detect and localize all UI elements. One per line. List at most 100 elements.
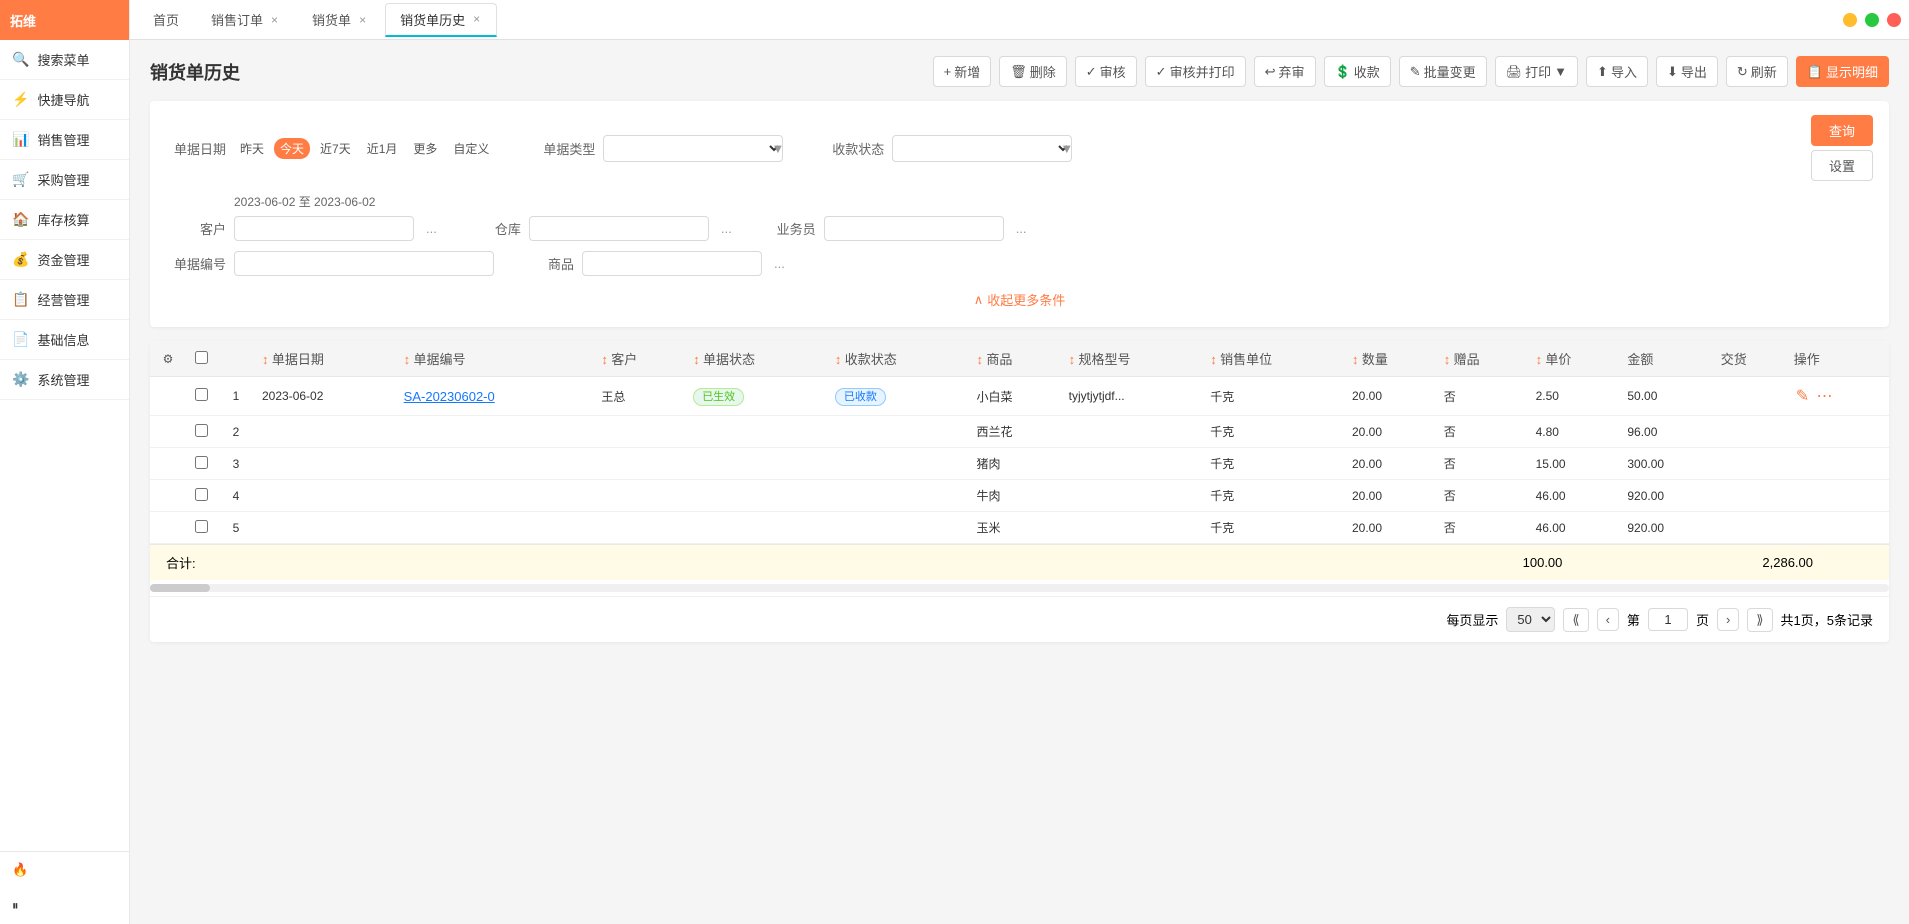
scrollbar-area[interactable] — [150, 584, 1889, 592]
col-pay-status[interactable]: ↕ 收款状态 — [829, 341, 971, 377]
new-button[interactable]: + 新增 — [933, 56, 992, 87]
quick-nav-icon: ⚡ — [12, 91, 29, 108]
salesperson-ellipsis-btn[interactable]: ... — [1012, 219, 1031, 238]
audit-print-button[interactable]: ✓ 审核并打印 — [1145, 56, 1246, 87]
col-gift[interactable]: ↕ 赠品 — [1438, 341, 1530, 377]
window-maximize-btn[interactable] — [1865, 13, 1879, 27]
date-tag-1month[interactable]: 近1月 — [361, 138, 404, 159]
col-goods[interactable]: ↕ 商品 — [971, 341, 1063, 377]
col-customer[interactable]: ↕ 客户 — [595, 341, 687, 377]
tab-sales-history[interactable]: 销货单历史 × — [385, 3, 497, 37]
import-button[interactable]: ⬆ 导入 — [1586, 56, 1648, 87]
row-checkbox-0[interactable] — [195, 388, 208, 401]
tab-sales-goods-close[interactable]: × — [357, 13, 368, 27]
collect-button[interactable]: 💲 收款 — [1324, 56, 1391, 87]
col-quantity[interactable]: ↕ 数量 — [1346, 341, 1438, 377]
col-sales-unit[interactable]: ↕ 销售单位 — [1204, 341, 1346, 377]
goods-ellipsis-btn[interactable]: ... — [770, 254, 789, 273]
next-page-btn[interactable]: › — [1717, 608, 1739, 631]
row-checkbox-4[interactable] — [195, 520, 208, 533]
sidebar-item-label-quick-nav: 快捷导航 — [37, 90, 89, 109]
sidebar-item-search-menu[interactable]: 🔍 搜索菜单 — [0, 40, 129, 80]
filter-doc-type-label: 单据类型 — [535, 139, 595, 158]
date-tag-more[interactable]: 更多 — [407, 138, 443, 159]
prev-page-btn[interactable]: ‹ — [1597, 608, 1619, 631]
filter-warehouse-input[interactable] — [529, 216, 709, 241]
sidebar-item-finance-mgmt[interactable]: 💰 资金管理 — [0, 240, 129, 280]
sidebar-item-sales-mgmt[interactable]: 📊 销售管理 — [0, 120, 129, 160]
page-number-input[interactable] — [1648, 608, 1688, 631]
sidebar-item-ops-mgmt[interactable]: 📋 经营管理 — [0, 280, 129, 320]
audit-button[interactable]: ✓ 审核 — [1075, 56, 1137, 87]
tab-sales-history-close[interactable]: × — [471, 12, 482, 26]
doc-no-link[interactable]: SA-20230602-0 — [404, 389, 495, 404]
select-all-checkbox[interactable] — [195, 351, 208, 364]
sidebar-bottom-icon2[interactable]: ⏸ — [0, 888, 129, 924]
col-docno[interactable]: ↕ 单据编号 — [398, 341, 596, 377]
last-page-btn[interactable]: ⟫ — [1747, 608, 1772, 632]
app-title: 拓维 — [10, 11, 36, 30]
row-docno-col — [398, 448, 596, 480]
row-action-col — [1788, 416, 1889, 448]
batch-change-button[interactable]: ✎ 批量变更 — [1399, 56, 1487, 87]
filter-payment-status-select[interactable] — [892, 135, 1072, 162]
export-button[interactable]: ⬇ 导出 — [1656, 56, 1718, 87]
row-checkbox-2[interactable] — [195, 456, 208, 469]
print-button[interactable]: 🖨 打印 ▼ — [1495, 56, 1578, 87]
date-tag-yesterday[interactable]: 昨天 — [234, 138, 270, 159]
filter-customer-input[interactable] — [234, 216, 414, 241]
row-action-col — [1788, 480, 1889, 512]
col-setting[interactable]: ⚙ — [150, 341, 186, 377]
tab-sales-order[interactable]: 销售订单 × — [196, 3, 295, 37]
window-minimize-btn[interactable] — [1843, 13, 1857, 27]
edit-action-btn[interactable]: ✎ — [1794, 384, 1811, 408]
date-tag-7days[interactable]: 近7天 — [314, 138, 357, 159]
sales-mgmt-icon: 📊 — [12, 131, 29, 148]
filter-docno-input[interactable] — [234, 251, 494, 276]
abandon-button[interactable]: ↩ 弃审 — [1254, 56, 1316, 87]
sidebar-item-basic-info[interactable]: 📄 基础信息 — [0, 320, 129, 360]
first-page-btn[interactable]: ⟪ — [1563, 608, 1588, 632]
tab-sales-goods[interactable]: 销货单 × — [297, 3, 383, 37]
date-tag-custom[interactable]: 自定义 — [447, 138, 495, 159]
filter-goods-input[interactable] — [582, 251, 762, 276]
window-close-btn[interactable] — [1887, 13, 1901, 27]
warehouse-ellipsis-btn[interactable]: ... — [717, 219, 736, 238]
filter-collapse-more[interactable]: ∧ 收起更多条件 — [166, 286, 1873, 313]
row-goods-col: 玉米 — [971, 512, 1063, 544]
row-checkbox-3[interactable] — [195, 488, 208, 501]
date-tag-today[interactable]: 今天 — [274, 138, 310, 159]
col-date[interactable]: ↕ 单据日期 — [256, 341, 398, 377]
sidebar-item-label-purchase-mgmt: 采购管理 — [37, 170, 89, 189]
pagination-bar: 每页显示 50 ⟪ ‹ 第 页 › ⟫ 共1页，5条记录 — [150, 596, 1889, 642]
sidebar-item-quick-nav[interactable]: ⚡ 快捷导航 — [0, 80, 129, 120]
sys-mgmt-icon: ⚙️ — [12, 371, 29, 388]
doc-status-badge: 已生效 — [693, 388, 744, 406]
col-spec[interactable]: ↕ 规格型号 — [1063, 341, 1205, 377]
page-suffix: 页 — [1696, 610, 1709, 629]
tab-sales-order-close[interactable]: × — [269, 13, 280, 27]
filter-doc-type-select[interactable] — [603, 135, 783, 162]
delete-button[interactable]: 🗑 删除 — [999, 56, 1067, 87]
sidebar-item-inventory[interactable]: 🏠 库存核算 — [0, 200, 129, 240]
customer-ellipsis-btn[interactable]: ... — [422, 219, 441, 238]
col-doc-status[interactable]: ↕ 单据状态 — [687, 341, 829, 377]
sidebar-bottom-icon1[interactable]: 🔥 — [0, 852, 129, 888]
sidebar-item-sys-mgmt[interactable]: ⚙️ 系统管理 — [0, 360, 129, 400]
sidebar-item-purchase-mgmt[interactable]: 🛒 采购管理 — [0, 160, 129, 200]
scrollbar-thumb[interactable] — [150, 584, 210, 592]
query-button[interactable]: 查询 — [1811, 115, 1873, 146]
tab-home[interactable]: 首页 — [138, 3, 194, 37]
abandon-icon: ↩ — [1265, 64, 1276, 80]
row-checkbox-1[interactable] — [195, 424, 208, 437]
row-quantity-col: 20.00 — [1346, 416, 1438, 448]
filter-setting-button[interactable]: 设置 — [1811, 150, 1873, 181]
filter-date-range-row: 2023-06-02 至 2023-06-02 — [166, 191, 1873, 210]
filter-salesperson-input[interactable] — [824, 216, 1004, 241]
show-detail-button[interactable]: 📋 显示明细 — [1796, 56, 1889, 87]
col-unit-price[interactable]: ↕ 单价 — [1530, 341, 1622, 377]
per-page-select[interactable]: 50 — [1506, 607, 1555, 632]
refresh-button[interactable]: ↻ 刷新 — [1726, 56, 1788, 87]
more-action-btn[interactable]: ⋯ — [1814, 384, 1834, 408]
delete-icon: 🗑 — [1010, 64, 1027, 80]
